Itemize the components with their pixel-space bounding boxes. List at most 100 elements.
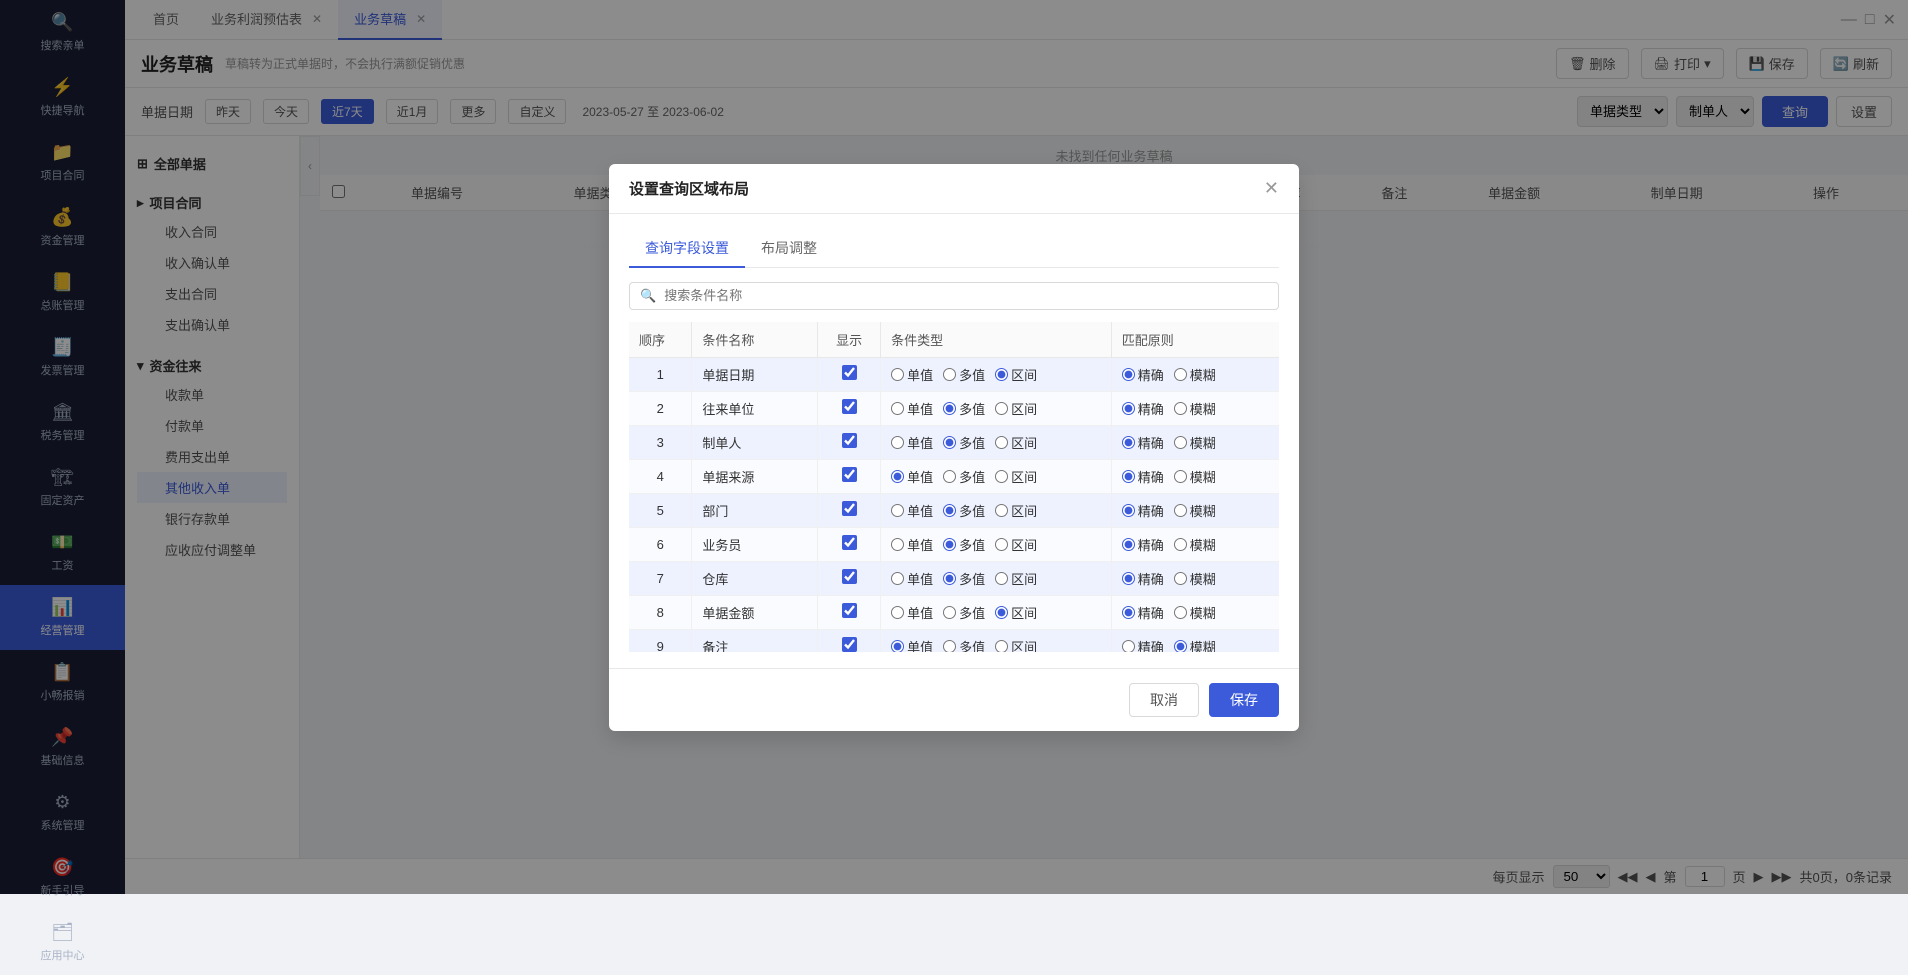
type-radio[interactable] [995, 436, 1008, 449]
type-radio-option[interactable]: 多值 [943, 535, 985, 554]
type-radio[interactable] [943, 538, 956, 551]
show-checkbox[interactable] [842, 399, 857, 414]
show-checkbox[interactable] [842, 569, 857, 584]
show-checkbox[interactable] [842, 637, 857, 652]
type-radio[interactable] [891, 470, 904, 483]
match-radio-option[interactable]: 模糊 [1174, 501, 1216, 520]
type-radio[interactable] [995, 504, 1008, 517]
type-radio-option[interactable]: 单值 [891, 637, 933, 652]
show-checkbox[interactable] [842, 535, 857, 550]
modal-close-button[interactable]: ✕ [1264, 178, 1279, 199]
match-radio-option[interactable]: 精确 [1122, 603, 1164, 622]
type-radio-option[interactable]: 单值 [891, 467, 933, 486]
type-radio-option[interactable]: 单值 [891, 501, 933, 520]
type-radio-option[interactable]: 多值 [943, 365, 985, 384]
match-radio[interactable] [1174, 470, 1187, 483]
match-radio[interactable] [1174, 436, 1187, 449]
show-checkbox[interactable] [842, 365, 857, 380]
type-radio[interactable] [995, 606, 1008, 619]
type-radio[interactable] [995, 368, 1008, 381]
match-radio-option[interactable]: 模糊 [1174, 365, 1216, 384]
type-radio[interactable] [995, 640, 1008, 652]
type-radio[interactable] [943, 606, 956, 619]
match-radio[interactable] [1174, 606, 1187, 619]
match-radio-option[interactable]: 精确 [1122, 433, 1164, 452]
type-radio[interactable] [891, 436, 904, 449]
type-radio-option[interactable]: 区间 [995, 501, 1037, 520]
match-radio-option[interactable]: 精确 [1122, 637, 1164, 652]
type-radio-option[interactable]: 区间 [995, 569, 1037, 588]
match-radio-option[interactable]: 精确 [1122, 535, 1164, 554]
type-radio[interactable] [891, 368, 904, 381]
type-radio-option[interactable]: 多值 [943, 569, 985, 588]
type-radio[interactable] [995, 470, 1008, 483]
type-radio-option[interactable]: 多值 [943, 399, 985, 418]
modal-tab-layout[interactable]: 布局调整 [745, 230, 833, 268]
match-radio[interactable] [1174, 572, 1187, 585]
match-radio[interactable] [1174, 640, 1187, 652]
type-radio[interactable] [891, 538, 904, 551]
match-radio[interactable] [1122, 436, 1135, 449]
type-radio-option[interactable]: 区间 [995, 399, 1037, 418]
type-radio-option[interactable]: 区间 [995, 467, 1037, 486]
type-radio[interactable] [891, 572, 904, 585]
type-radio-option[interactable]: 多值 [943, 637, 985, 652]
type-radio[interactable] [943, 470, 956, 483]
type-radio[interactable] [891, 402, 904, 415]
type-radio-option[interactable]: 区间 [995, 365, 1037, 384]
show-checkbox[interactable] [842, 603, 857, 618]
type-radio[interactable] [891, 606, 904, 619]
match-radio-option[interactable]: 精确 [1122, 467, 1164, 486]
type-radio-option[interactable]: 多值 [943, 501, 985, 520]
type-radio[interactable] [943, 572, 956, 585]
type-radio-option[interactable]: 区间 [995, 433, 1037, 452]
type-radio-option[interactable]: 多值 [943, 433, 985, 452]
modal-tab-fields[interactable]: 查询字段设置 [629, 230, 745, 268]
match-radio-option[interactable]: 精确 [1122, 501, 1164, 520]
match-radio[interactable] [1122, 640, 1135, 652]
match-radio-option[interactable]: 模糊 [1174, 399, 1216, 418]
modal-save-button[interactable]: 保存 [1209, 683, 1279, 717]
sidebar-item-apps[interactable]: 🗂 应用中心 [0, 910, 125, 975]
match-radio-option[interactable]: 精确 [1122, 399, 1164, 418]
match-radio[interactable] [1122, 504, 1135, 517]
type-radio[interactable] [943, 402, 956, 415]
type-radio[interactable] [943, 436, 956, 449]
type-radio[interactable] [891, 640, 904, 652]
show-checkbox[interactable] [842, 467, 857, 482]
type-radio-option[interactable]: 单值 [891, 569, 933, 588]
match-radio[interactable] [1122, 368, 1135, 381]
show-checkbox[interactable] [842, 433, 857, 448]
type-radio-option[interactable]: 区间 [995, 603, 1037, 622]
match-radio[interactable] [1122, 606, 1135, 619]
modal-search-input[interactable] [664, 288, 1268, 303]
type-radio-option[interactable]: 多值 [943, 467, 985, 486]
type-radio[interactable] [995, 572, 1008, 585]
cancel-button[interactable]: 取消 [1129, 683, 1199, 717]
match-radio-option[interactable]: 精确 [1122, 365, 1164, 384]
match-radio-option[interactable]: 模糊 [1174, 467, 1216, 486]
type-radio-option[interactable]: 区间 [995, 637, 1037, 652]
match-radio-option[interactable]: 精确 [1122, 569, 1164, 588]
type-radio[interactable] [943, 368, 956, 381]
type-radio[interactable] [891, 504, 904, 517]
type-radio[interactable] [943, 504, 956, 517]
type-radio-option[interactable]: 单值 [891, 399, 933, 418]
match-radio[interactable] [1174, 504, 1187, 517]
match-radio-option[interactable]: 模糊 [1174, 603, 1216, 622]
type-radio-option[interactable]: 多值 [943, 603, 985, 622]
show-checkbox[interactable] [842, 501, 857, 516]
match-radio[interactable] [1174, 538, 1187, 551]
type-radio-option[interactable]: 单值 [891, 365, 933, 384]
type-radio-option[interactable]: 单值 [891, 535, 933, 554]
match-radio[interactable] [1122, 572, 1135, 585]
match-radio[interactable] [1122, 402, 1135, 415]
match-radio[interactable] [1122, 470, 1135, 483]
type-radio-option[interactable]: 单值 [891, 603, 933, 622]
type-radio[interactable] [995, 402, 1008, 415]
type-radio-option[interactable]: 单值 [891, 433, 933, 452]
type-radio[interactable] [995, 538, 1008, 551]
type-radio-option[interactable]: 区间 [995, 535, 1037, 554]
match-radio-option[interactable]: 模糊 [1174, 569, 1216, 588]
match-radio[interactable] [1174, 368, 1187, 381]
